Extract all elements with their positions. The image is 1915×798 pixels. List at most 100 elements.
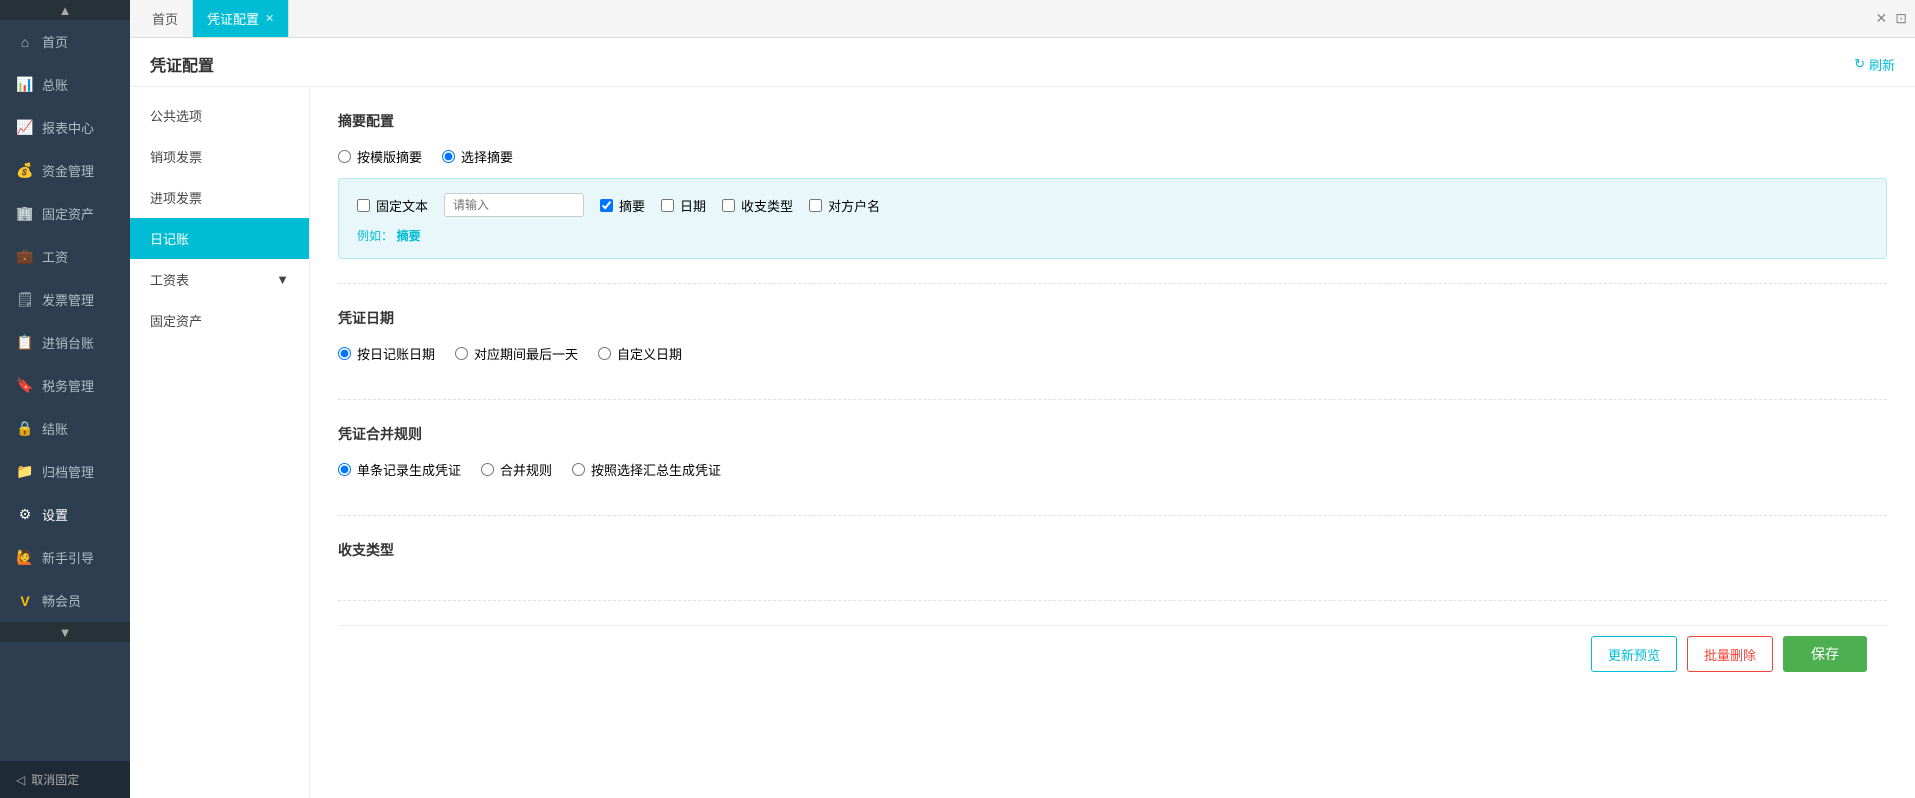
- income-type-checkbox[interactable]: [722, 199, 735, 212]
- body-area: 公共选项 销项发票 进项发票 日记账 工资表 ▼ 固定资产: [130, 87, 1915, 798]
- summary-config-box: 固定文本 摘要 日期: [338, 178, 1887, 259]
- summary-checkbox-row: 固定文本 摘要 日期: [357, 193, 1868, 217]
- sidebar-item-label: 固定资产: [42, 204, 94, 223]
- refresh-icon: ↻: [1854, 56, 1865, 72]
- sidebar-item-guide[interactable]: 🙋 新手引导: [0, 536, 130, 579]
- merge-rules-option[interactable]: 合并规则: [481, 460, 552, 479]
- bottom-bar: 更新预览 批量删除 保存: [338, 625, 1887, 682]
- voucher-date-section: 凭证日期 按日记账日期 对应期间最后一天 自定义日期: [338, 308, 1887, 400]
- window-resize-button[interactable]: ⊡: [1895, 10, 1907, 27]
- sidebar-item-label: 设置: [42, 505, 68, 524]
- sidebar-item-label: 结账: [42, 419, 68, 438]
- sidebar-item-close[interactable]: 🔒 结账: [0, 407, 130, 450]
- trade-icon: 📋: [16, 334, 34, 351]
- select-summary-radio[interactable]: [442, 150, 455, 163]
- journal-date-radio[interactable]: [338, 347, 351, 360]
- sidebar-item-invoice[interactable]: 🗒 发票管理: [0, 278, 130, 321]
- sidebar-item-label: 畅会员: [42, 591, 81, 610]
- counterparty-checkbox[interactable]: [809, 199, 822, 212]
- summary-radio-row: 按模版摘要 选择摘要: [338, 147, 1887, 166]
- sidebar-scroll-up[interactable]: ▲: [0, 0, 130, 20]
- date-option[interactable]: 日期: [661, 196, 706, 215]
- select-summary-option[interactable]: 选择摘要: [442, 147, 513, 166]
- home-icon: ⌂: [16, 34, 34, 50]
- merge-rule-section: 凭证合并规则 单条记录生成凭证 合并规则 按照选择汇总生成凭证: [338, 424, 1887, 516]
- content-area: 凭证配置 ↻ 刷新 公共选项 销项发票 进项发票 日记账: [130, 38, 1915, 798]
- ledger-icon: 📊: [16, 76, 34, 93]
- sidebar-item-home[interactable]: ⌂ 首页: [0, 20, 130, 63]
- select-merge-option[interactable]: 按照选择汇总生成凭证: [572, 460, 721, 479]
- refresh-button[interactable]: ↻ 刷新: [1854, 55, 1895, 74]
- assets-icon: 🏢: [16, 205, 34, 222]
- left-nav-purchase-invoice[interactable]: 进项发票: [130, 177, 309, 218]
- capital-icon: 💰: [16, 162, 34, 179]
- invoice-icon: 🗒: [16, 291, 34, 308]
- member-icon: V: [16, 593, 34, 609]
- window-close-button[interactable]: ✕: [1876, 10, 1888, 27]
- tab-home[interactable]: 首页: [138, 0, 193, 37]
- save-button[interactable]: 保存: [1783, 636, 1867, 672]
- single-record-option[interactable]: 单条记录生成凭证: [338, 460, 461, 479]
- custom-date-option[interactable]: 自定义日期: [598, 344, 682, 363]
- sidebar-item-label: 工资: [42, 247, 68, 266]
- chevron-down-icon: ▼: [276, 272, 289, 287]
- left-nav-journal[interactable]: 日记账: [130, 218, 309, 259]
- fixed-text-input[interactable]: [444, 193, 584, 217]
- summary-config-section: 摘要配置 按模版摘要 选择摘要: [338, 111, 1887, 284]
- tax-icon: 🔖: [16, 377, 34, 394]
- sidebar-item-assets[interactable]: 🏢 固定资产: [0, 192, 130, 235]
- counterparty-option[interactable]: 对方户名: [809, 196, 880, 215]
- update-preview-button[interactable]: 更新预览: [1591, 636, 1677, 672]
- sidebar-item-salary[interactable]: 💼 工资: [0, 235, 130, 278]
- left-nav: 公共选项 销项发票 进项发票 日记账 工资表 ▼ 固定资产: [130, 87, 310, 798]
- summary-option[interactable]: 摘要: [600, 196, 645, 215]
- sidebar-scroll-down[interactable]: ▼: [0, 622, 130, 642]
- custom-date-radio[interactable]: [598, 347, 611, 360]
- income-type-section: 收支类型: [338, 540, 1887, 601]
- merge-rule-radio-row: 单条记录生成凭证 合并规则 按照选择汇总生成凭证: [338, 460, 1887, 479]
- single-record-radio[interactable]: [338, 463, 351, 476]
- merge-rules-radio[interactable]: [481, 463, 494, 476]
- period-last-day-radio[interactable]: [455, 347, 468, 360]
- sidebar-item-label: 归档管理: [42, 462, 94, 481]
- right-content: 摘要配置 按模版摘要 选择摘要: [310, 87, 1915, 798]
- sidebar-item-ledger[interactable]: 📊 总账: [0, 63, 130, 106]
- salary-icon: 💼: [16, 248, 34, 265]
- journal-date-option[interactable]: 按日记账日期: [338, 344, 435, 363]
- example-row: 例如： 摘要: [357, 227, 1868, 244]
- sidebar-item-settings[interactable]: ⚙ 设置: [0, 493, 130, 536]
- income-type-option[interactable]: 收支类型: [722, 196, 793, 215]
- tab-close-icon[interactable]: ✕: [265, 12, 274, 25]
- tabbar: 首页 凭证配置 ✕ ✕ ⊡: [130, 0, 1915, 38]
- left-nav-fixed-assets[interactable]: 固定资产: [130, 300, 309, 341]
- sidebar-item-label: 总账: [42, 75, 68, 94]
- report-icon: 📈: [16, 119, 34, 136]
- sidebar-item-capital[interactable]: 💰 资金管理: [0, 149, 130, 192]
- cancel-pin-button[interactable]: ◁ 取消固定: [0, 761, 130, 798]
- tab-voucher-config[interactable]: 凭证配置 ✕: [193, 0, 289, 37]
- date-checkbox[interactable]: [661, 199, 674, 212]
- archive-icon: 📁: [16, 463, 34, 480]
- left-nav-payroll[interactable]: 工资表 ▼: [130, 259, 309, 300]
- select-merge-radio[interactable]: [572, 463, 585, 476]
- summary-checkbox[interactable]: [600, 199, 613, 212]
- template-summary-option[interactable]: 按模版摘要: [338, 147, 422, 166]
- sidebar-item-label: 发票管理: [42, 290, 94, 309]
- sidebar-item-member[interactable]: V 畅会员: [0, 579, 130, 622]
- sidebar-item-tax[interactable]: 🔖 税务管理: [0, 364, 130, 407]
- sidebar-item-archive[interactable]: 📁 归档管理: [0, 450, 130, 493]
- fixed-text-checkbox[interactable]: [357, 199, 370, 212]
- template-summary-radio[interactable]: [338, 150, 351, 163]
- fixed-text-option[interactable]: 固定文本: [357, 196, 428, 215]
- sidebar-item-label: 首页: [42, 32, 68, 51]
- period-last-day-option[interactable]: 对应期间最后一天: [455, 344, 578, 363]
- batch-delete-button[interactable]: 批量删除: [1687, 636, 1773, 672]
- pin-icon: ◁: [16, 773, 25, 787]
- sidebar-item-trade[interactable]: 📋 进销台账: [0, 321, 130, 364]
- close-accounts-icon: 🔒: [16, 420, 34, 437]
- sidebar-item-label: 进销台账: [42, 333, 94, 352]
- sidebar-item-report[interactable]: 📈 报表中心: [0, 106, 130, 149]
- left-nav-public[interactable]: 公共选项: [130, 95, 309, 136]
- left-nav-sales-invoice[interactable]: 销项发票: [130, 136, 309, 177]
- voucher-date-radio-row: 按日记账日期 对应期间最后一天 自定义日期: [338, 344, 1887, 363]
